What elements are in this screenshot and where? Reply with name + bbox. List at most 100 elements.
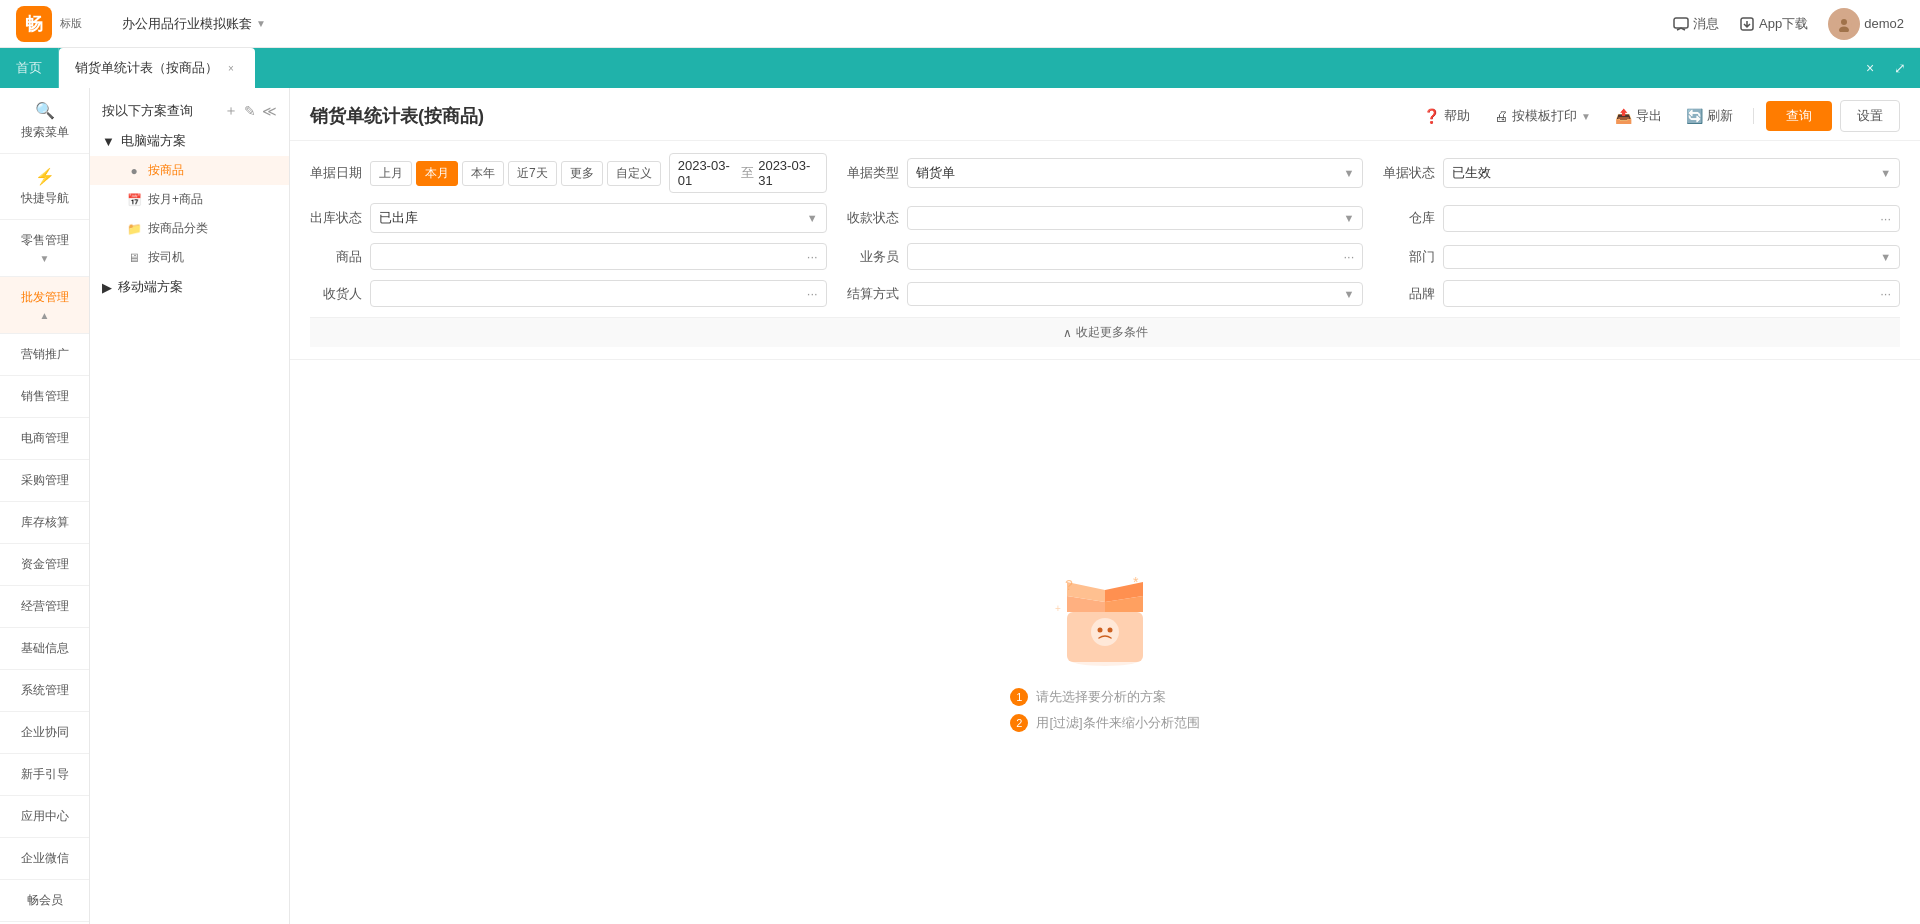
- help-btn[interactable]: ❓ 帮助: [1415, 103, 1478, 129]
- print-arrow-icon: ▼: [1581, 111, 1591, 122]
- brand-dots-icon: ···: [1880, 286, 1891, 301]
- sidebar-item-sales[interactable]: 销售管理: [0, 376, 89, 418]
- refresh-btn[interactable]: 🔄 刷新: [1678, 103, 1741, 129]
- sidebar-item-label: 资金管理: [21, 556, 69, 573]
- filter-doc-type: 单据类型 销货单 ▼: [847, 158, 1364, 188]
- sidebar-item-search-menu[interactable]: 🔍 搜索菜单: [0, 88, 89, 154]
- workspace-selector[interactable]: 办公用品行业模拟账套 ▼: [122, 15, 266, 33]
- staff-control[interactable]: ···: [907, 243, 1364, 270]
- dept-control[interactable]: ▼: [1443, 245, 1900, 269]
- product-control[interactable]: ···: [370, 243, 827, 270]
- print-label: 按模板打印: [1512, 107, 1577, 125]
- avatar: [1828, 8, 1860, 40]
- filter-receipt-status: 收款状态 ▼: [847, 206, 1364, 230]
- tree-parent-mobile[interactable]: ▶ 移动端方案: [90, 272, 289, 302]
- doc-status-label: 单据状态: [1383, 164, 1443, 182]
- sidebar-item-label: 电商管理: [21, 430, 69, 447]
- scheme-label: 按司机: [148, 249, 184, 266]
- user-profile[interactable]: demo2: [1828, 8, 1904, 40]
- svg-point-3: [1841, 19, 1847, 25]
- sidebar-item-label: 搜索菜单: [21, 124, 69, 141]
- out-status-control[interactable]: 已出库 ▼: [370, 203, 827, 233]
- quick-this-month[interactable]: 本月: [416, 161, 458, 186]
- payment-arrow-icon: ▼: [1343, 288, 1354, 300]
- brand-control[interactable]: ···: [1443, 280, 1900, 307]
- tab-close-all-btn[interactable]: ×: [1858, 56, 1882, 80]
- sidebar-item-system[interactable]: 系统管理: [0, 670, 89, 712]
- panel-add-icon[interactable]: ＋: [224, 102, 238, 120]
- export-icon: 📤: [1615, 108, 1632, 124]
- message-btn[interactable]: 消息: [1673, 15, 1719, 33]
- payment-control[interactable]: ▼: [907, 282, 1364, 306]
- export-label: 导出: [1636, 107, 1662, 125]
- scheme-by-month-product[interactable]: 📅 按月+商品: [90, 185, 289, 214]
- help-icon: ❓: [1423, 108, 1440, 124]
- help-label: 帮助: [1444, 107, 1470, 125]
- sidebar-item-vip[interactable]: 畅会员: [0, 880, 89, 922]
- doc-status-control[interactable]: 已生效 ▼: [1443, 158, 1900, 188]
- date-input-range[interactable]: 2023-03-01 至 2023-03-31: [669, 153, 827, 193]
- sidebar-item-retail[interactable]: 零售管理 ▼: [0, 220, 89, 277]
- warehouse-dots-icon: ···: [1880, 211, 1891, 226]
- scheme-label: 按商品: [148, 162, 184, 179]
- warehouse-control[interactable]: ···: [1443, 205, 1900, 232]
- empty-state: ? * + 1 请先选择要分析的方案 2 用[过滤]条件来缩小分析范围: [290, 360, 1920, 924]
- quick-this-year[interactable]: 本年: [462, 161, 504, 186]
- sidebar-item-label: 快捷导航: [21, 190, 69, 207]
- receipt-status-control[interactable]: ▼: [907, 206, 1364, 230]
- sidebar-item-label: 系统管理: [21, 682, 69, 699]
- sidebar-item-finance[interactable]: 资金管理: [0, 544, 89, 586]
- sidebar-item-ent-wechat[interactable]: 企业微信: [0, 838, 89, 880]
- workspace-arrow: ▼: [256, 18, 266, 29]
- sidebar-item-inventory[interactable]: 库存核算: [0, 502, 89, 544]
- panel-edit-icon[interactable]: ✎: [244, 103, 256, 119]
- scheme-label: 按商品分类: [148, 220, 208, 237]
- empty-tip-1: 1 请先选择要分析的方案: [1010, 688, 1199, 706]
- collapse-btn[interactable]: ∧ 收起更多条件: [310, 317, 1900, 347]
- scheme-icon-cashier: 🖥: [126, 250, 142, 266]
- print-template-btn[interactable]: 🖨 按模板打印 ▼: [1486, 103, 1599, 129]
- sidebar-item-collab[interactable]: 企业协同: [0, 712, 89, 754]
- receiver-control[interactable]: ···: [370, 280, 827, 307]
- quick-custom[interactable]: 自定义: [607, 161, 661, 186]
- sidebar-item-marketing[interactable]: 营销推广: [0, 334, 89, 376]
- scheme-by-cashier[interactable]: 🖥 按司机: [90, 243, 289, 272]
- tab-expand-btn[interactable]: ⤢: [1888, 56, 1912, 80]
- quick-last-month[interactable]: 上月: [370, 161, 412, 186]
- doc-status-value: 已生效: [1452, 164, 1876, 182]
- sidebar-item-quick-nav[interactable]: ⚡ 快捷导航: [0, 154, 89, 220]
- sidebar-item-basic[interactable]: 基础信息: [0, 628, 89, 670]
- scheme-by-product[interactable]: ● 按商品: [90, 156, 289, 185]
- tip1-text: 请先选择要分析的方案: [1036, 688, 1166, 706]
- sidebar-item-label: 经营管理: [21, 598, 69, 615]
- tab-close-btn[interactable]: ×: [224, 61, 238, 75]
- query-button[interactable]: 查询: [1766, 101, 1832, 131]
- tab-sales-stat[interactable]: 销货单统计表（按商品） ×: [59, 48, 255, 88]
- settings-button[interactable]: 设置: [1840, 100, 1900, 132]
- sidebar-item-guide[interactable]: 新手引导: [0, 754, 89, 796]
- sidebar-item-label: 销售管理: [21, 388, 69, 405]
- export-btn[interactable]: 📤 导出: [1607, 103, 1670, 129]
- scheme-by-category[interactable]: 📁 按商品分类: [90, 214, 289, 243]
- tree-parent-label: 电脑端方案: [121, 132, 186, 150]
- sidebar-item-purchase[interactable]: 采购管理: [0, 460, 89, 502]
- tab-home[interactable]: 首页: [0, 48, 59, 88]
- filter-out-status: 出库状态 已出库 ▼: [310, 203, 827, 233]
- sidebar-item-operations[interactable]: 经营管理: [0, 586, 89, 628]
- doc-type-control[interactable]: 销货单 ▼: [907, 158, 1364, 188]
- quick-more[interactable]: 更多: [561, 161, 603, 186]
- filter-staff: 业务员 ···: [847, 243, 1364, 270]
- panel-collapse-icon[interactable]: ≪: [262, 103, 277, 119]
- sidebar-item-label: 新手引导: [21, 766, 69, 783]
- sidebar-item-ecom[interactable]: 电商管理: [0, 418, 89, 460]
- app-download-btn[interactable]: App下载: [1739, 15, 1808, 33]
- filter-doc-status: 单据状态 已生效 ▼: [1383, 158, 1900, 188]
- tree-parent-pc[interactable]: ▼ 电脑端方案: [90, 126, 289, 156]
- sidebar-item-wholesale[interactable]: 批发管理 ▲: [0, 277, 89, 334]
- sidebar-item-app-center[interactable]: 应用中心: [0, 796, 89, 838]
- empty-tip-2: 2 用[过滤]条件来缩小分析范围: [1010, 714, 1199, 732]
- doc-type-value: 销货单: [916, 164, 1340, 182]
- filter-row-3: 商品 ··· 业务员 ··· 部门: [310, 243, 1900, 270]
- tree-parent-mobile-label: 移动端方案: [118, 278, 183, 296]
- quick-last-7[interactable]: 近7天: [508, 161, 557, 186]
